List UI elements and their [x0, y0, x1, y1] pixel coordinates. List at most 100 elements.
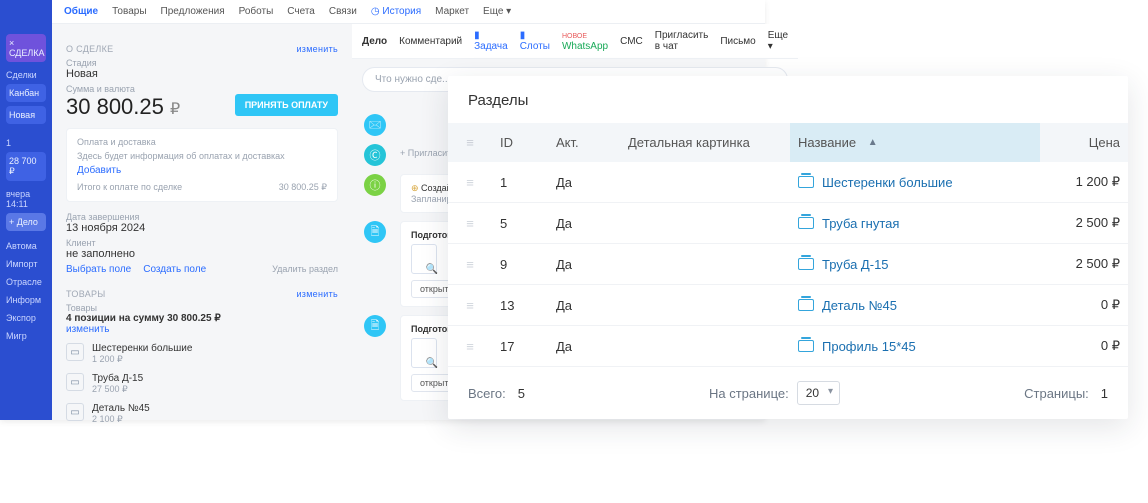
- goods-item-icon: ▭: [66, 343, 84, 361]
- top-tab-offers[interactable]: Предложения: [161, 6, 225, 17]
- goods-section-title: ТОВАРЫ изменить: [66, 289, 338, 299]
- table-row[interactable]: ≡ 9 Да Труба Д-15 2 500 ₽: [448, 244, 1128, 285]
- cell-name[interactable]: Труба гнутая: [790, 203, 1040, 243]
- table-row[interactable]: ≡ 1 Да Шестеренки большие 1 200 ₽: [448, 162, 1128, 203]
- stage-label: Стадия: [66, 58, 338, 68]
- sidebar-inform[interactable]: Информ: [6, 295, 46, 305]
- top-tab-links[interactable]: Связи: [329, 6, 357, 17]
- create-field[interactable]: Создать поле: [143, 264, 206, 275]
- goods-change[interactable]: изменить: [296, 289, 338, 299]
- goods-item-name: Труба Д-15: [92, 373, 143, 384]
- header-detail-image[interactable]: Детальная картинка: [620, 123, 790, 162]
- table-row[interactable]: ≡ 5 Да Труба гнутая 2 500 ₽: [448, 203, 1128, 244]
- timeline-dot-icon: 🗎: [364, 315, 386, 337]
- perpage-select[interactable]: 20: [797, 381, 840, 405]
- sidebar-kanban[interactable]: Канбан: [6, 84, 46, 102]
- drag-handle-icon[interactable]: ≡: [448, 326, 492, 366]
- delete-section[interactable]: Удалить раздел: [272, 264, 338, 275]
- table-row[interactable]: ≡ 13 Да Деталь №45 0 ₽: [448, 285, 1128, 326]
- goods-item: ▭ Шестеренки большие1 200 ₽: [66, 343, 338, 365]
- footer-total-value: 5: [518, 386, 525, 401]
- activity-tab-case[interactable]: Дело: [362, 36, 387, 47]
- top-tab-more[interactable]: Еще ▾: [483, 6, 511, 17]
- drag-handle-icon[interactable]: ≡: [448, 162, 492, 202]
- header-id[interactable]: ID: [492, 123, 548, 162]
- top-tab-goods[interactable]: Товары: [112, 6, 146, 17]
- goods-summary: 4 позиции на сумму 30 800.25 ₽: [66, 313, 338, 324]
- product-icon: [798, 258, 814, 270]
- activity-tab-slots[interactable]: ▮ Слоты: [520, 30, 550, 52]
- table-row[interactable]: ≡ 17 Да Профиль 15*45 0 ₽: [448, 326, 1128, 366]
- cell-detail-image: [620, 326, 790, 366]
- sidebar-import[interactable]: Импорт: [6, 259, 46, 269]
- sidebar-index: 1: [6, 138, 46, 148]
- sections-title: Разделы: [448, 76, 1128, 123]
- header-price[interactable]: Цена: [1040, 123, 1128, 162]
- about-deal-title: О СДЕЛКЕ изменить: [66, 44, 338, 54]
- top-tab-robots[interactable]: Роботы: [239, 6, 274, 17]
- product-icon: [798, 299, 814, 311]
- cell-id: 13: [492, 285, 548, 325]
- top-tab-general[interactable]: Общие: [64, 6, 98, 17]
- cell-detail-image: [620, 244, 790, 284]
- footer-total-label: Всего:: [468, 386, 506, 401]
- select-field[interactable]: Выбрать поле: [66, 264, 131, 275]
- goods-change-link[interactable]: изменить: [66, 324, 338, 335]
- cell-detail-image: [620, 285, 790, 325]
- drag-handle-icon[interactable]: ≡: [448, 244, 492, 284]
- footer-perpage-label: На странице:: [709, 386, 789, 401]
- sidebar-auto[interactable]: Автома: [6, 241, 46, 251]
- about-deal-change[interactable]: изменить: [296, 44, 338, 54]
- timeline-dot-icon: ⓘ: [364, 174, 386, 196]
- cell-detail-image: [620, 203, 790, 243]
- cell-detail-image: [620, 162, 790, 202]
- activity-tab-invite[interactable]: Пригласить в чат: [655, 30, 709, 52]
- drag-handle-icon[interactable]: ≡: [448, 285, 492, 325]
- header-name-sorted[interactable]: Название ▲: [790, 123, 1040, 162]
- product-icon: [798, 176, 814, 188]
- footer-pages-label: Страницы:: [1024, 386, 1089, 401]
- top-tab-market[interactable]: Маркет: [435, 6, 469, 17]
- drag-handle-icon[interactable]: ≡: [448, 203, 492, 243]
- client-value: не заполнено: [66, 248, 338, 260]
- cell-price: 0 ₽: [1040, 285, 1128, 325]
- sort-asc-icon: ▲: [868, 137, 878, 148]
- stage-value: Новая: [66, 68, 338, 80]
- sidebar-sum-chip[interactable]: 28 700 ₽: [6, 152, 46, 181]
- paydeliv-add[interactable]: Добавить: [77, 165, 327, 176]
- cell-name[interactable]: Деталь №45: [790, 285, 1040, 325]
- sidebar-export[interactable]: Экспор: [6, 313, 46, 323]
- total-value: 30 800.25 ₽: [279, 182, 327, 193]
- cell-active: Да: [548, 285, 620, 325]
- activity-tab-more[interactable]: Еще ▾: [768, 30, 788, 52]
- date-end-value: 13 ноября 2024: [66, 222, 338, 234]
- total-label: Итого к оплате по сделке: [77, 182, 182, 193]
- product-icon: [798, 217, 814, 229]
- top-tab-history[interactable]: ◷ История: [371, 6, 421, 17]
- cell-name[interactable]: Шестеренки большие: [790, 162, 1040, 202]
- activity-tab-whatsapp[interactable]: НОВОЕ WhatsApp: [562, 30, 608, 52]
- activity-tab-sms[interactable]: СМС: [620, 36, 643, 47]
- cell-name[interactable]: Профиль 15*45: [790, 326, 1040, 366]
- cell-price: 0 ₽: [1040, 326, 1128, 366]
- crm-top-tabs: Общие Товары Предложения Роботы Счета Св…: [52, 0, 765, 24]
- cell-id: 5: [492, 203, 548, 243]
- timeline-dot-icon: 🗎: [364, 221, 386, 243]
- sidebar-plus-deal[interactable]: + Дело: [6, 213, 46, 231]
- cell-active: Да: [548, 326, 620, 366]
- footer-pages-value: 1: [1101, 386, 1108, 401]
- top-tab-invoices[interactable]: Счета: [287, 6, 315, 17]
- header-active[interactable]: Акт.: [548, 123, 620, 162]
- sidebar-migr[interactable]: Мигр: [6, 331, 46, 341]
- cell-name[interactable]: Труба Д-15: [790, 244, 1040, 284]
- accept-payment-button[interactable]: ПРИНЯТЬ ОПЛАТУ: [235, 94, 338, 116]
- timeline-invite-label[interactable]: + Пригласит: [400, 144, 451, 158]
- sidebar-branches[interactable]: Отрасле: [6, 277, 46, 287]
- activity-tab-comment[interactable]: Комментарий: [399, 36, 462, 47]
- sidebar-new[interactable]: Новая: [6, 106, 46, 124]
- activity-tab-task[interactable]: ▮ Задача: [474, 30, 508, 52]
- sum-label: Сумма и валюта: [66, 84, 338, 94]
- cell-active: Да: [548, 203, 620, 243]
- deal-chip[interactable]: × СДЕЛКА: [6, 34, 46, 62]
- activity-tab-letter[interactable]: Письмо: [720, 36, 755, 47]
